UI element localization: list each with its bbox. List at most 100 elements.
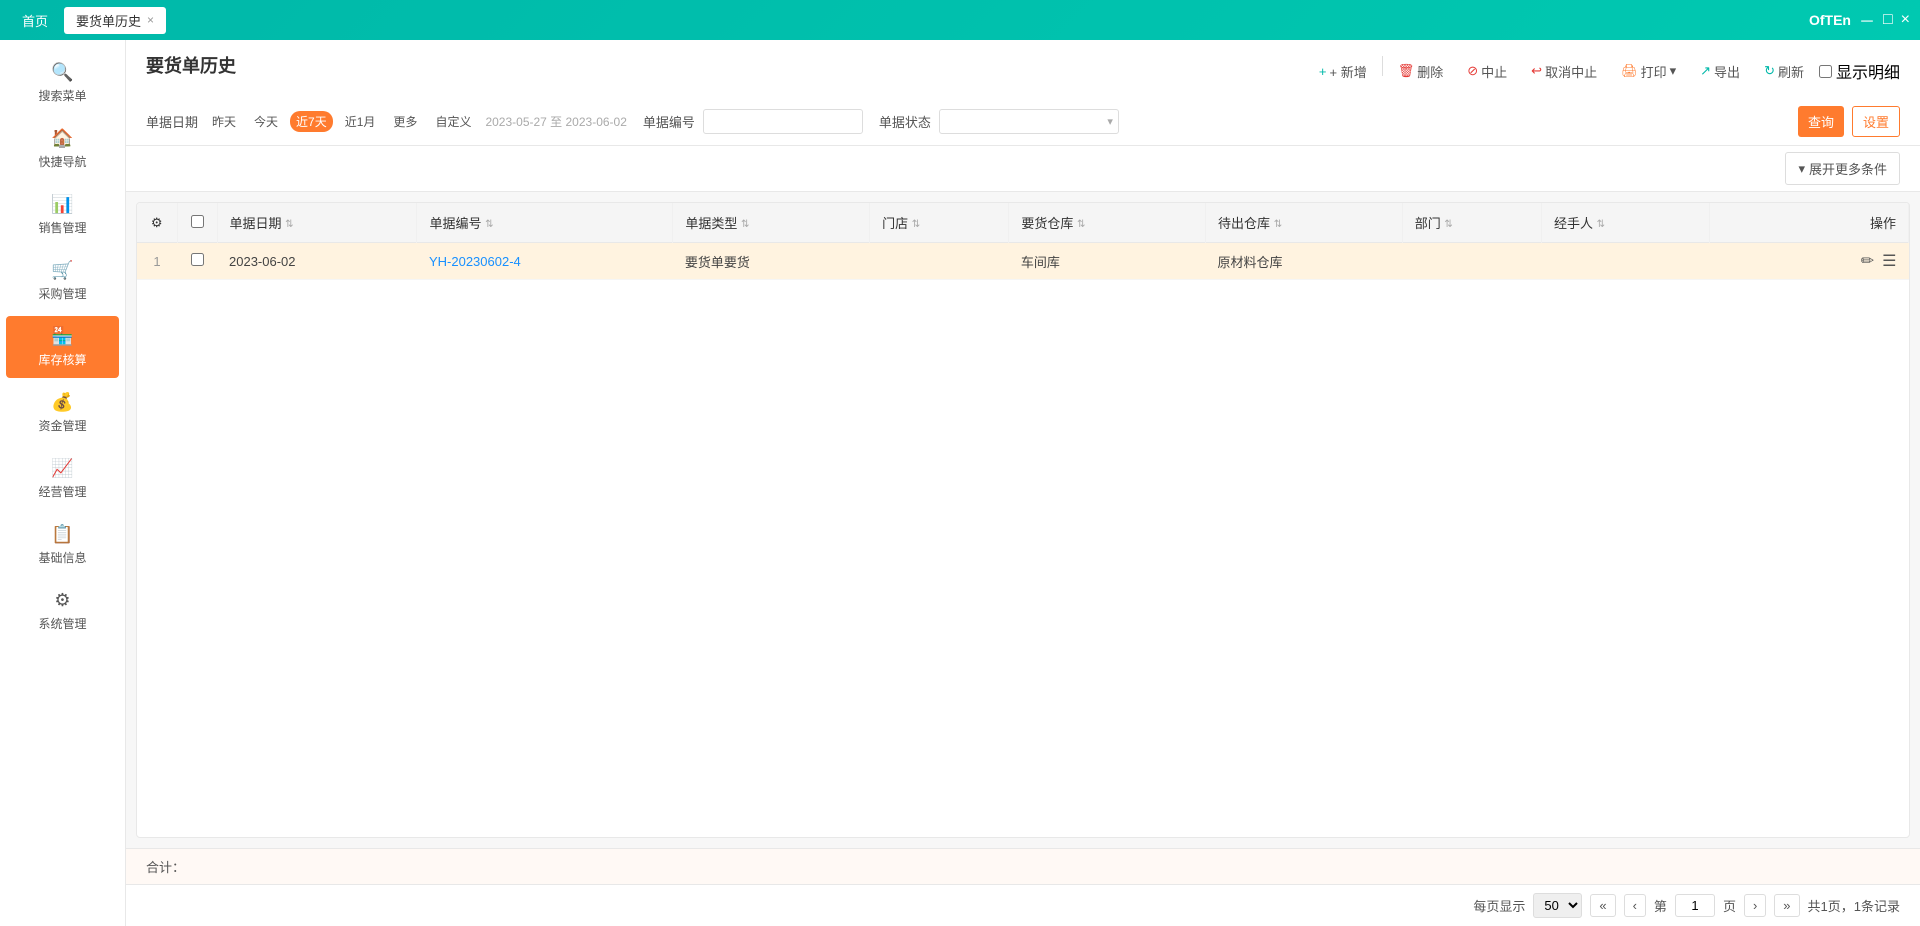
total-info: 共1页，1条记录 xyxy=(1808,896,1900,915)
pagination-bar: 每页显示 50 « ‹ 第 页 › » 共1页，1条记录 xyxy=(126,884,1920,926)
docnum-filter-input[interactable] xyxy=(703,109,863,134)
expand-conditions-button[interactable]: ▾ 展开更多条件 xyxy=(1785,152,1900,185)
date-tag-yesterday[interactable]: 昨天 xyxy=(206,111,242,132)
date-tag-7days[interactable]: 近7天 xyxy=(290,111,333,132)
sidebar-item-basic[interactable]: 📋 基础信息 xyxy=(6,514,119,576)
refresh-button[interactable]: ↻ 刷新 xyxy=(1755,56,1813,87)
delete-button[interactable]: 🗑 删除 xyxy=(1389,56,1453,87)
expand-conditions-bar: ▾ 展开更多条件 xyxy=(146,146,1900,191)
first-page-button[interactable]: « xyxy=(1590,894,1615,917)
sidebar-item-inventory[interactable]: 🏪 库存核算 xyxy=(6,316,119,378)
toolbar-right: + + 新增 🗑 删除 ⊘ 中止 ↩ 取消中止 xyxy=(1310,56,1900,87)
filter-bar: 单据日期 昨天 今天 近7天 近1月 更多 自定义 2023-05-27 至 2… xyxy=(126,98,1920,146)
settings-col-icon: ⚙ xyxy=(151,215,163,230)
per-page-select[interactable]: 50 xyxy=(1533,893,1582,918)
sidebar-item-search-menu[interactable]: 🔍 搜索菜单 xyxy=(6,52,119,114)
sidebar-item-system[interactable]: ⚙ 系统管理 xyxy=(6,580,119,642)
display-detail-checkbox[interactable] xyxy=(1819,65,1832,78)
tab-active[interactable]: 要货单历史 × xyxy=(64,7,166,34)
filter-action-group: 查询 设置 xyxy=(1798,106,1900,137)
row-date: 2023-06-02 xyxy=(217,243,417,280)
col-docnum-label: 单据编号 xyxy=(429,216,481,231)
col-store-label: 门店 xyxy=(882,216,908,231)
date-tag-custom[interactable]: 自定义 xyxy=(429,111,477,132)
tab-close-icon[interactable]: × xyxy=(147,13,154,27)
col-handler[interactable]: 经手人 ⇅ xyxy=(1542,203,1710,243)
tab-home[interactable]: 首页 xyxy=(10,7,60,34)
sidebar-item-operation[interactable]: 📈 经营管理 xyxy=(6,448,119,510)
add-label: + 新增 xyxy=(1329,62,1366,81)
stop-button[interactable]: ⊘ 中止 xyxy=(1458,56,1516,87)
row-wait-warehouse: 原材料仓库 xyxy=(1206,243,1403,280)
col-handler-label: 经手人 xyxy=(1554,216,1593,231)
date-tag-today[interactable]: 今天 xyxy=(248,111,284,132)
print-label: 打印 xyxy=(1641,62,1667,81)
cancel-stop-label: 取消中止 xyxy=(1545,62,1597,81)
window-maximize-button[interactable]: □ xyxy=(1883,11,1893,29)
col-dept-label: 部门 xyxy=(1415,216,1441,231)
export-label: 导出 xyxy=(1714,62,1740,81)
page-number-input[interactable] xyxy=(1675,894,1715,917)
col-req-warehouse-label: 要货仓库 xyxy=(1021,216,1073,231)
add-button[interactable]: + + 新增 xyxy=(1310,56,1376,87)
brand-logo: OfTEn xyxy=(1809,12,1851,28)
table-row: 1 2023-06-02 YH-20230602-4 要货单要货 车间库 原材料… xyxy=(137,243,1909,280)
export-icon: ↗ xyxy=(1700,63,1711,79)
row-checkbox[interactable] xyxy=(191,253,204,266)
prev-page-button[interactable]: ‹ xyxy=(1624,894,1646,917)
query-button[interactable]: 查询 xyxy=(1798,106,1844,137)
col-req-warehouse[interactable]: 要货仓库 ⇅ xyxy=(1009,203,1206,243)
col-dept[interactable]: 部门 ⇅ xyxy=(1402,203,1541,243)
row-checkbox-cell[interactable] xyxy=(177,243,217,280)
row-detail-icon[interactable]: ☰ xyxy=(1882,251,1896,271)
sidebar-item-label: 系统管理 xyxy=(38,615,86,632)
col-wait-warehouse[interactable]: 待出仓库 ⇅ xyxy=(1206,203,1403,243)
last-page-button[interactable]: » xyxy=(1774,894,1799,917)
row-req-warehouse: 车间库 xyxy=(1009,243,1206,280)
row-docnum-link[interactable]: YH-20230602-4 xyxy=(429,254,521,269)
sidebar-item-label: 采购管理 xyxy=(38,285,86,302)
sidebar-item-label: 库存核算 xyxy=(38,351,86,368)
stop-label: 中止 xyxy=(1481,62,1507,81)
data-table: ⚙ 单据日期 ⇅ 单据编号 ⇅ xyxy=(137,203,1909,280)
delete-label: 删除 xyxy=(1417,62,1443,81)
sidebar-item-finance[interactable]: 💰 资金管理 xyxy=(6,382,119,444)
add-icon: + xyxy=(1319,64,1327,79)
date-tag-1month[interactable]: 近1月 xyxy=(339,111,382,132)
system-icon: ⚙ xyxy=(54,590,70,611)
sidebar-item-purchase[interactable]: 🛒 采购管理 xyxy=(6,250,119,312)
col-wait-warehouse-label: 待出仓库 xyxy=(1218,216,1270,231)
col-doctype[interactable]: 单据类型 ⇅ xyxy=(673,203,870,243)
col-checkbox[interactable] xyxy=(177,203,217,243)
col-settings[interactable]: ⚙ xyxy=(137,203,177,243)
col-date[interactable]: 单据日期 ⇅ xyxy=(217,203,417,243)
sidebar-item-label: 销售管理 xyxy=(38,219,86,236)
date-tag-more[interactable]: 更多 xyxy=(387,111,423,132)
cancel-stop-button[interactable]: ↩ 取消中止 xyxy=(1522,56,1606,87)
sort-dept-icon: ⇅ xyxy=(1444,219,1452,230)
row-edit-icon[interactable]: ✏ xyxy=(1861,251,1874,271)
inventory-icon: 🏪 xyxy=(51,326,73,347)
sidebar-item-quick-nav[interactable]: 🏠 快捷导航 xyxy=(6,118,119,180)
export-button[interactable]: ↗ 导出 xyxy=(1691,56,1749,87)
chevron-down-icon: ▾ xyxy=(1798,161,1805,177)
print-chevron-icon: ▾ xyxy=(1670,63,1677,79)
select-all-checkbox[interactable] xyxy=(191,215,204,228)
window-minimize-button[interactable]: － xyxy=(1859,8,1875,32)
finance-icon: 💰 xyxy=(51,392,73,413)
status-filter-select[interactable] xyxy=(939,109,1119,134)
settings-button[interactable]: 设置 xyxy=(1852,106,1900,137)
col-date-label: 单据日期 xyxy=(230,216,282,231)
window-close-button[interactable]: × xyxy=(1901,11,1910,29)
col-action: 操作 xyxy=(1710,203,1909,243)
top-bar: 首页 要货单历史 × OfTEn － □ × xyxy=(0,0,1920,40)
col-docnum[interactable]: 单据编号 ⇅ xyxy=(417,203,673,243)
sidebar-item-sales[interactable]: 📊 销售管理 xyxy=(6,184,119,246)
content-area: 要货单历史 + + 新增 🗑 删除 ⊘ 中止 xyxy=(126,40,1920,926)
row-num: 1 xyxy=(137,243,177,280)
col-store[interactable]: 门店 ⇅ xyxy=(870,203,1009,243)
next-page-button[interactable]: › xyxy=(1744,894,1766,917)
print-button[interactable]: 🖨 打印 ▾ xyxy=(1612,56,1685,87)
display-detail-wrapper: 显示明细 xyxy=(1819,56,1900,87)
tab-active-label: 要货单历史 xyxy=(76,11,141,30)
